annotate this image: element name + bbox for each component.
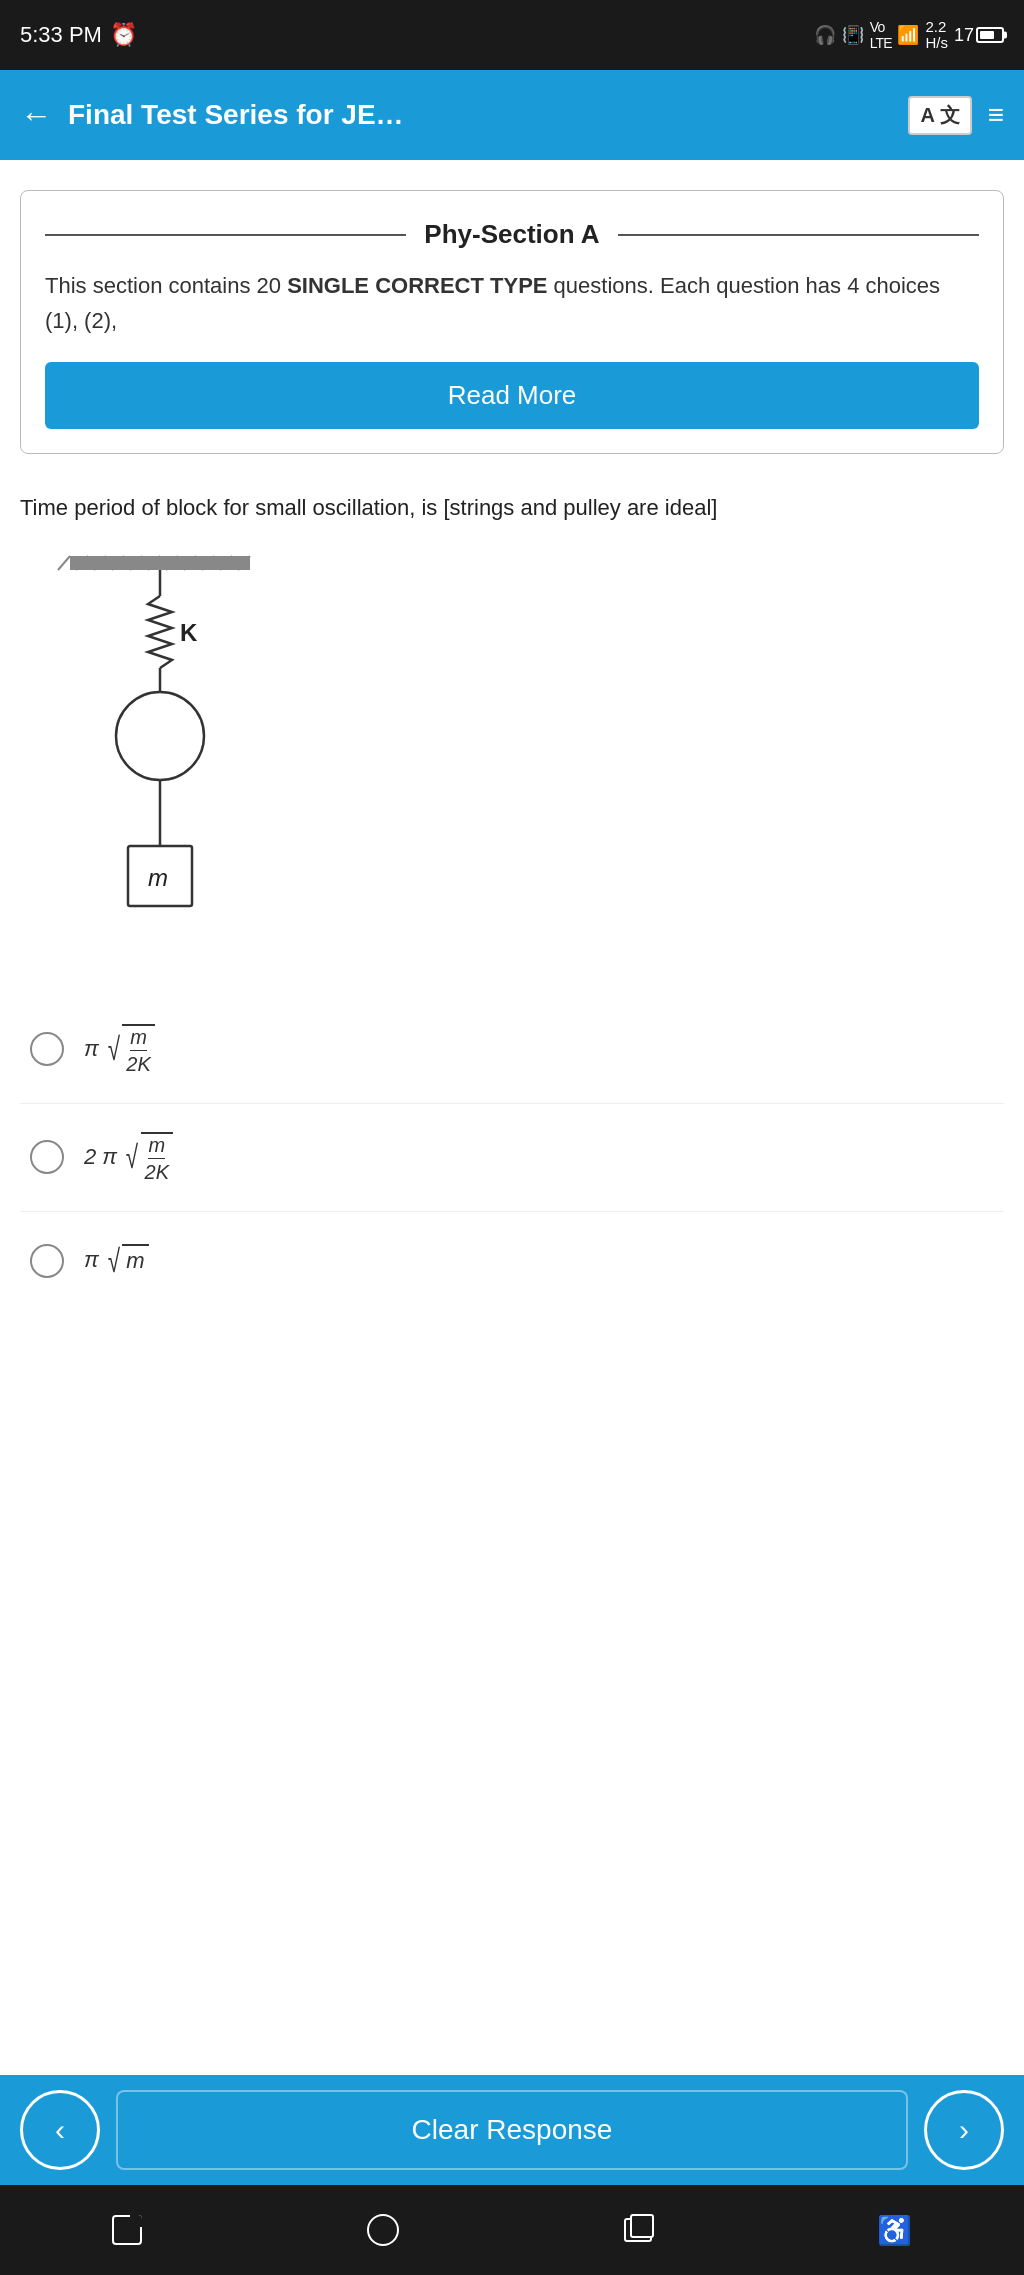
option-label-2: 2π √ m 2K — [84, 1132, 173, 1183]
accessibility-icon: ♿ — [877, 2214, 912, 2247]
status-left: 5:33 PM ⏰ — [20, 22, 137, 48]
recent-icon — [624, 2218, 652, 2242]
section-card: Phy-Section A This section contains 20 S… — [20, 190, 1004, 454]
section-description: This section contains 20 SINGLE CORRECT … — [45, 268, 979, 338]
next-button[interactable]: › — [924, 2090, 1004, 2170]
headphone-icon: 🎧 — [814, 24, 836, 46]
nav-bar: ← Final Test Series for JE… A 文 ≡ — [0, 70, 1024, 160]
svg-text:m: m — [148, 864, 168, 891]
lang-badge-text: A 文 — [920, 102, 959, 129]
nav-title: Final Test Series for JE… — [68, 99, 892, 131]
language-badge[interactable]: A 文 — [908, 96, 971, 135]
alarm-icon: ⏰ — [110, 22, 137, 48]
read-more-button[interactable]: Read More — [45, 362, 979, 429]
back-button[interactable]: ← — [20, 97, 52, 134]
svg-point-15 — [116, 692, 204, 780]
option-label-1: π √ m 2K — [84, 1024, 155, 1075]
network-bars-icon: 📶 — [897, 24, 919, 46]
svg-text:K: K — [180, 619, 198, 646]
bottom-nav-bar: ‹ Clear Response › — [0, 2075, 1024, 2185]
option-item-2[interactable]: 2π √ m 2K — [20, 1104, 1004, 1212]
android-accessibility-button[interactable]: ♿ — [877, 2214, 912, 2247]
option-radio-3[interactable] — [30, 1244, 64, 1278]
diagram-container: K m — [20, 546, 1004, 966]
physics-diagram: K m — [40, 546, 320, 966]
battery-number: 17 — [954, 25, 974, 46]
android-back-button[interactable] — [112, 2215, 142, 2245]
svg-line-1 — [58, 556, 70, 570]
status-right: 🎧 📳 VoLTE 📶 2.2H/s 17 — [814, 19, 1004, 52]
signal-icon: VoLTE — [870, 19, 892, 51]
option-radio-1[interactable] — [30, 1032, 64, 1066]
home-icon — [367, 2214, 399, 2246]
battery-icon — [976, 27, 1004, 43]
prev-button[interactable]: ‹ — [20, 2090, 100, 2170]
status-bar: 5:33 PM ⏰ 🎧 📳 VoLTE 📶 2.2H/s 17 — [0, 0, 1024, 70]
option-radio-2[interactable] — [30, 1140, 64, 1174]
android-system-bar: ♿ — [0, 2185, 1024, 2275]
menu-button[interactable]: ≡ — [988, 99, 1004, 131]
option-item-3[interactable]: π √ m — [20, 1212, 1004, 1292]
option-label-3: π √ m — [84, 1244, 149, 1277]
question-text: Time period of block for small oscillati… — [20, 490, 1004, 525]
section-title-bar: Phy-Section A — [45, 219, 979, 250]
android-home-button[interactable] — [367, 2214, 399, 2246]
time-display: 5:33 PM — [20, 22, 102, 48]
clear-response-button[interactable]: Clear Response — [116, 2090, 908, 2170]
option-item-1[interactable]: π √ m 2K — [20, 996, 1004, 1104]
main-content: Phy-Section A This section contains 20 S… — [0, 160, 1024, 1322]
section-title: Phy-Section A — [406, 219, 617, 250]
speed-text: 2.2H/s — [925, 19, 948, 52]
options-list: π √ m 2K 2π — [20, 996, 1004, 1292]
vibrate-icon: 📳 — [842, 24, 864, 46]
back-icon — [112, 2215, 142, 2245]
android-recent-button[interactable] — [624, 2218, 652, 2242]
battery-container: 17 — [954, 25, 1004, 46]
